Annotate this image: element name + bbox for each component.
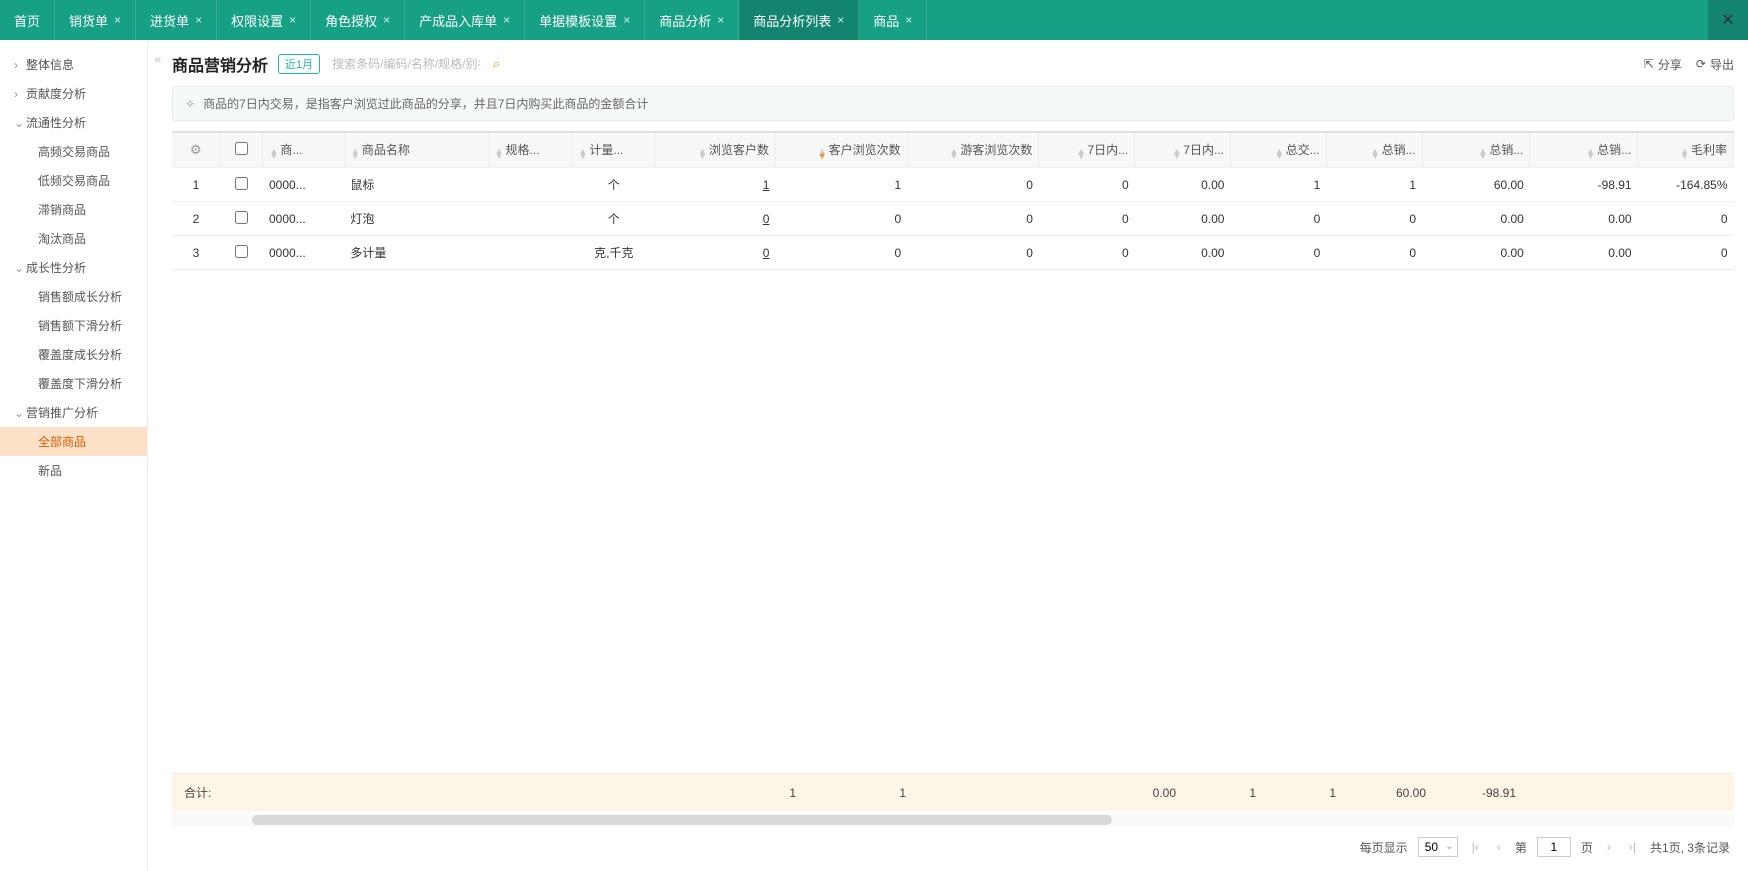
gear-icon: ⚙ xyxy=(190,142,202,157)
table-row: 20000...灯泡个00000.00000.000.000 xyxy=(172,202,1734,236)
link-cell[interactable]: 0 xyxy=(763,212,770,226)
sidebar-item-覆盖度下滑分析[interactable]: 覆盖度下滑分析 xyxy=(0,369,147,398)
page-last-button[interactable]: ›| xyxy=(1625,840,1640,854)
column-7d-b[interactable]: ▲▼7日内... xyxy=(1135,133,1231,168)
column-spec[interactable]: ▲▼规格... xyxy=(488,133,572,168)
table-row: 30000...多计量克,千克00000.00000.000.000 xyxy=(172,236,1734,270)
share-icon: ⇱ xyxy=(1644,57,1654,71)
column-profit[interactable]: ▲▼毛利率 xyxy=(1638,133,1734,168)
chevron-down-icon: ⌄ xyxy=(14,406,24,420)
tab-单据模板设置[interactable]: 单据模板设置× xyxy=(525,0,645,40)
column-unit[interactable]: ▲▼计量... xyxy=(572,133,656,168)
chevron-right-icon: › xyxy=(14,87,24,101)
column-settings[interactable]: ⚙ xyxy=(172,133,220,168)
close-tab-button[interactable]: ✕ xyxy=(1708,0,1748,40)
export-icon: ⟳ xyxy=(1696,57,1706,71)
per-page-select[interactable]: 50 xyxy=(1418,837,1458,857)
share-button[interactable]: ⇱分享 xyxy=(1644,56,1682,73)
close-icon[interactable]: × xyxy=(195,13,202,27)
sidebar-group-整体信息[interactable]: ›整体信息 xyxy=(0,50,147,79)
column-customer-views[interactable]: ▲▼客户浏览次数 xyxy=(775,133,907,168)
column-total-c[interactable]: ▲▼总销... xyxy=(1422,133,1530,168)
tab-商品分析[interactable]: 商品分析× xyxy=(645,0,739,40)
sidebar-group-营销推广分析[interactable]: ⌄营销推广分析 xyxy=(0,398,147,427)
sidebar-item-覆盖度成长分析[interactable]: 覆盖度成长分析 xyxy=(0,340,147,369)
close-icon[interactable]: × xyxy=(717,13,724,27)
page-summary: 共1页, 3条记录 xyxy=(1650,839,1730,856)
select-all-checkbox[interactable] xyxy=(235,142,248,155)
tab-权限设置[interactable]: 权限设置× xyxy=(217,0,311,40)
chevron-down-icon: ⌄ xyxy=(14,261,24,275)
search-icon[interactable]: ⌕ xyxy=(493,56,500,72)
link-cell[interactable]: 1 xyxy=(763,178,770,192)
chevron-down-icon: ⌄ xyxy=(14,116,24,130)
tab-首页[interactable]: 首页 xyxy=(0,0,55,40)
close-icon[interactable]: × xyxy=(623,13,630,27)
tab-角色授权[interactable]: 角色授权× xyxy=(311,0,405,40)
column-browse-customers[interactable]: ▲▼浏览客户数 xyxy=(656,133,776,168)
tab-进货单[interactable]: 进货单× xyxy=(136,0,217,40)
column-code[interactable]: ▲▼商... xyxy=(263,133,344,168)
chevron-right-icon: › xyxy=(14,58,24,72)
close-icon[interactable]: × xyxy=(837,13,844,27)
page-title: 商品营销分析 xyxy=(172,52,268,76)
tip-text: 商品的7日内交易，是指客户浏览过此商品的分享，并且7日内购买此商品的金额合计 xyxy=(203,95,648,112)
close-icon[interactable]: × xyxy=(114,13,121,27)
sidebar-item-新品[interactable]: 新品 xyxy=(0,456,147,485)
horizontal-scrollbar[interactable] xyxy=(172,813,1734,827)
export-button[interactable]: ⟳导出 xyxy=(1696,56,1734,73)
tip-banner: ✧ 商品的7日内交易，是指客户浏览过此商品的分享，并且7日内购买此商品的金额合计 xyxy=(172,86,1734,121)
page-prev-button[interactable]: ‹ xyxy=(1493,840,1505,854)
page-prefix: 第 xyxy=(1515,839,1527,856)
page-suffix: 页 xyxy=(1581,839,1593,856)
close-icon[interactable]: × xyxy=(289,13,296,27)
page-first-button[interactable]: |‹ xyxy=(1468,840,1483,854)
pagination: 每页显示 50 ⌄ |‹ ‹ 第 页 › ›| 共1页, 3条记录 xyxy=(172,827,1734,871)
page-next-button[interactable]: › xyxy=(1603,840,1615,854)
row-checkbox[interactable] xyxy=(235,245,248,258)
sidebar-item-淘汰商品[interactable]: 淘汰商品 xyxy=(0,224,147,253)
sidebar-group-流通性分析[interactable]: ⌄流通性分析 xyxy=(0,108,147,137)
sidebar-item-高频交易商品[interactable]: 高频交易商品 xyxy=(0,137,147,166)
data-table: ⚙ ▲▼商... ▲▼商品名称 ▲▼规格... ▲▼计量... ▲▼浏览客户数 … xyxy=(172,133,1734,270)
per-page-label: 每页显示 xyxy=(1360,839,1408,856)
column-guest-views[interactable]: ▲▼游客浏览次数 xyxy=(907,133,1039,168)
row-checkbox[interactable] xyxy=(235,211,248,224)
search-input[interactable] xyxy=(330,53,500,76)
collapse-sidebar-button[interactable]: « xyxy=(148,40,168,871)
row-checkbox[interactable] xyxy=(235,177,248,190)
date-range-chip[interactable]: 近1月 xyxy=(278,54,320,74)
link-cell[interactable]: 0 xyxy=(763,246,770,260)
totals-label: 合计: xyxy=(184,784,384,801)
column-total-a[interactable]: ▲▼总交... xyxy=(1230,133,1326,168)
table-row: 10000...鼠标个11000.001160.00-98.91-164.85% xyxy=(172,168,1734,202)
sidebar-group-贡献度分析[interactable]: ›贡献度分析 xyxy=(0,79,147,108)
close-icon[interactable]: × xyxy=(905,13,912,27)
tab-商品[interactable]: 商品× xyxy=(859,0,927,40)
column-name[interactable]: ▲▼商品名称 xyxy=(344,133,488,168)
sidebar-item-全部商品[interactable]: 全部商品 xyxy=(0,427,147,456)
sidebar-group-成长性分析[interactable]: ⌄成长性分析 xyxy=(0,253,147,282)
sidebar: ›整体信息›贡献度分析⌄流通性分析高频交易商品低频交易商品滞销商品淘汰商品⌄成长… xyxy=(0,40,148,871)
sidebar-item-低频交易商品[interactable]: 低频交易商品 xyxy=(0,166,147,195)
tab-商品分析列表[interactable]: 商品分析列表× xyxy=(739,0,859,40)
column-total-d[interactable]: ▲▼总销... xyxy=(1530,133,1638,168)
close-icon[interactable]: × xyxy=(383,13,390,27)
top-tabs: 首页销货单×进货单×权限设置×角色授权×产成品入库单×单据模板设置×商品分析×商… xyxy=(0,0,1748,40)
tip-icon: ✧ xyxy=(185,97,195,111)
column-7d-a[interactable]: ▲▼7日内... xyxy=(1039,133,1135,168)
totals-row: 合计: 1 1 0.00 1 1 60.00 -98.91 xyxy=(172,773,1734,811)
page-input[interactable] xyxy=(1537,837,1571,857)
sidebar-item-滞销商品[interactable]: 滞销商品 xyxy=(0,195,147,224)
column-checkbox-all[interactable] xyxy=(220,133,263,168)
tab-销货单[interactable]: 销货单× xyxy=(55,0,136,40)
close-icon[interactable]: × xyxy=(503,13,510,27)
tab-产成品入库单[interactable]: 产成品入库单× xyxy=(405,0,525,40)
column-total-b[interactable]: ▲▼总销... xyxy=(1326,133,1422,168)
sidebar-item-销售额下滑分析[interactable]: 销售额下滑分析 xyxy=(0,311,147,340)
sidebar-item-销售额成长分析[interactable]: 销售额成长分析 xyxy=(0,282,147,311)
